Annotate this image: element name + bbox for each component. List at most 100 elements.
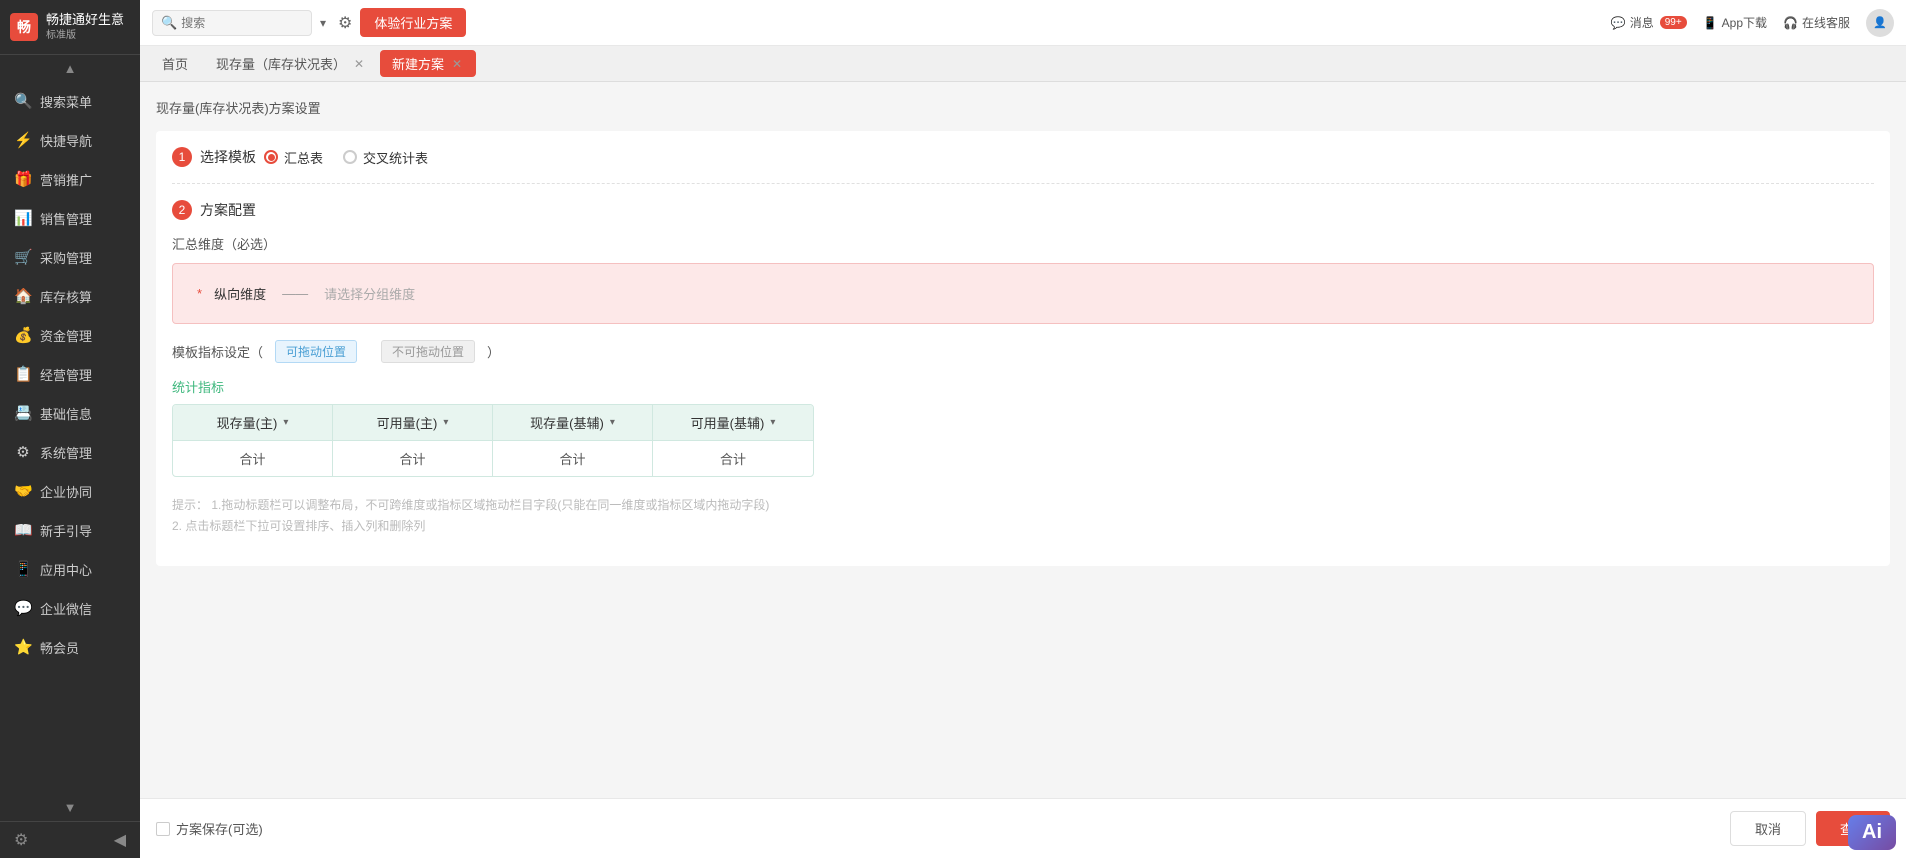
operations-icon: 📋 (14, 365, 32, 383)
topbar-search-box[interactable]: 🔍 (152, 10, 312, 36)
radio-circle-summary (264, 150, 278, 164)
sidebar-item-purchase[interactable]: 🛒 采购管理 (0, 238, 140, 277)
sidebar-item-sales[interactable]: 📊销售管理 (0, 199, 140, 238)
radio-cross[interactable]: 交叉统计表 (343, 148, 428, 167)
tab-label-new-plan: 新建方案 (392, 54, 444, 73)
industry-plan-button[interactable]: 体验行业方案 (360, 8, 466, 37)
collapse-icon[interactable]: ◀ (114, 830, 126, 850)
required-mark: * (197, 286, 202, 301)
stats-col-header-3[interactable]: 可用量(基辅)▾ (653, 405, 813, 441)
stats-col-value-0: 合计 (173, 441, 332, 476)
sidebar-item-label: 应用中心 (40, 560, 92, 579)
radio-summary[interactable]: 汇总表 (264, 148, 323, 167)
step1-label: 选择模板 (200, 147, 256, 167)
sidebar-item-marketing[interactable]: 🎁营销推广 (0, 160, 140, 199)
dim-placeholder: 请选择分组维度 (324, 284, 415, 303)
step2-num: 2 (172, 200, 192, 220)
stats-col-title-0: 现存量(主) (217, 413, 278, 432)
dim-label: 纵向维度 (214, 284, 266, 303)
message-label: 消息 (1630, 14, 1654, 31)
sidebar-item-apps[interactable]: 📱应用中心 (0, 550, 140, 589)
sidebar-scroll-up[interactable]: ▲ (0, 55, 140, 82)
settings-icon[interactable]: ⚙ (14, 830, 28, 850)
sidebar-item-label: 快捷导航 (40, 131, 92, 150)
stats-col-body-2: 合计 (493, 441, 653, 476)
main-area: 🔍 ▾ ⚙ 体验行业方案 💬 消息 99+ 📱 App下载 🎧 在线客服 👤 首… (140, 0, 1906, 858)
message-button[interactable]: 💬 消息 99+ (1611, 14, 1687, 31)
sales-icon: 📊 (14, 209, 32, 227)
tab-home[interactable]: 首页 (148, 48, 202, 79)
stats-col-header-cell-3: 可用量(基辅)▾ (653, 405, 813, 441)
stats-col-header-1[interactable]: 可用量(主)▾ (333, 405, 493, 441)
sidebar-item-label: 经营管理 (40, 365, 92, 384)
stats-col-header-2[interactable]: 现存量(基辅) ▾ (493, 405, 653, 441)
stats-col-value-2: 合计 (493, 441, 652, 476)
sidebar-item-quick-nav[interactable]: ⚡ 快捷导航 (0, 121, 140, 160)
basic-icon: 📇 (14, 404, 32, 422)
sidebar-bottom: ⚙ ◀ (0, 821, 140, 858)
stats-col-dropdown-2[interactable]: ▾ (610, 417, 615, 428)
stats-table-body: 合计合计合计合计 (173, 441, 813, 476)
stats-table: 现存量(主)▾可用量(主)▾现存量(基辅)▾可用量(基辅)▾合计合计合计合计 (172, 404, 814, 477)
sidebar-item-inventory[interactable]: 🏠库存核算 (0, 277, 140, 316)
sidebar-scroll-down[interactable]: ▼ (0, 794, 140, 821)
topbar-dropdown[interactable]: ▾ (320, 16, 326, 30)
stats-col-header-0[interactable]: 现存量(主) ▾ (173, 405, 333, 441)
sidebar-item-label: 基础信息 (40, 404, 92, 423)
sidebar-item-label: 资金管理 (40, 326, 92, 345)
user-avatar[interactable]: 👤 (1866, 9, 1894, 37)
logo-icon: 畅 (10, 13, 38, 41)
settings-panel: 1 选择模板 汇总表交叉统计表 2 方案配置 汇总维度（必选） * 纵向维度 —… (156, 131, 1890, 566)
tab-close-inventory[interactable]: ✕ (352, 57, 366, 71)
sidebar-item-basic[interactable]: 📇 基础信息 (0, 394, 140, 433)
sidebar-item-enterprise[interactable]: 🤝企业协同 (0, 472, 140, 511)
stats-col-dropdown-3[interactable]: ▾ (770, 417, 775, 428)
tab-close-new-plan[interactable]: ✕ (450, 57, 464, 71)
app-download-button[interactable]: 📱 App下载 (1703, 14, 1767, 31)
tab-inventory[interactable]: 现存量（库存状况表） ✕ (202, 48, 380, 79)
ai-badge[interactable]: Ai (1848, 815, 1896, 850)
radio-label-cross: 交叉统计表 (363, 148, 428, 167)
cancel-button[interactable]: 取消 (1730, 811, 1806, 846)
app-download-icon: 📱 (1703, 16, 1718, 30)
headset-icon: 🎧 (1783, 16, 1798, 30)
stats-col-title-2: 现存量(基辅) (530, 413, 604, 432)
online-service-button[interactable]: 🎧 在线客服 (1783, 14, 1850, 31)
search-icon: 🔍 (161, 15, 177, 31)
tab-label-home: 首页 (162, 54, 188, 73)
stats-col-dropdown-1[interactable]: ▾ (443, 417, 448, 428)
sidebar-item-label: 采购管理 (40, 248, 92, 267)
step2-label: 方案配置 (200, 200, 256, 220)
indicator-label: 模板指标设定（ (172, 342, 263, 361)
online-service-label: 在线客服 (1802, 14, 1850, 31)
sidebar-item-label: 搜索菜单 (40, 92, 92, 111)
app-edition: 标准版 (46, 29, 124, 42)
sidebar-item-finance[interactable]: 💰资金管理 (0, 316, 140, 355)
tab-label-inventory: 现存量（库存状况表） (216, 54, 346, 73)
save-label: 方案保存(可选) (176, 819, 263, 838)
quick-nav-icon: ⚡ (14, 131, 32, 149)
tip1: 提示： 1.拖动标题栏可以调整布局，不可跨维度或指标区域拖动栏目字段(只能在同一… (172, 496, 1874, 513)
sidebar-item-wechat[interactable]: 💬企业微信 (0, 589, 140, 628)
purchase-icon: 🛒 (14, 248, 32, 266)
tab-new-plan[interactable]: 新建方案 ✕ (380, 50, 476, 77)
dimension-box[interactable]: * 纵向维度 —— 请选择分组维度 (172, 263, 1874, 324)
sidebar: 畅 畅捷通好生意 标准版 ▲ 🔍搜索菜单⚡快捷导航🎁营销推广📊销售管理🛒采购管理… (0, 0, 140, 858)
stats-col-dropdown-0[interactable]: ▾ (283, 417, 288, 428)
stats-col-header-cell-0: 现存量(主) ▾ (173, 405, 332, 441)
sidebar-item-system[interactable]: ⚙系统管理 (0, 433, 140, 472)
stats-col-body-0: 合计 (173, 441, 333, 476)
tips: 提示： 1.拖动标题栏可以调整布局，不可跨维度或指标区域拖动栏目字段(只能在同一… (172, 496, 1874, 534)
sidebar-item-label: 企业微信 (40, 599, 92, 618)
save-option: 方案保存(可选) (156, 819, 263, 838)
sidebar-item-member[interactable]: ⭐畅会员 (0, 628, 140, 667)
save-checkbox[interactable] (156, 822, 170, 836)
sidebar-item-guide[interactable]: 📖新手引导 (0, 511, 140, 550)
sidebar-item-search[interactable]: 🔍搜索菜单 (0, 82, 140, 121)
radio-circle-cross (343, 150, 357, 164)
search-input[interactable] (181, 16, 281, 30)
topbar-gear-icon[interactable]: ⚙ (338, 13, 352, 33)
step1-header: 1 选择模板 汇总表交叉统计表 (172, 147, 1874, 167)
tabbar: 首页 现存量（库存状况表） ✕ 新建方案 ✕ (140, 46, 1906, 82)
sidebar-item-operations[interactable]: 📋 经营管理 (0, 355, 140, 394)
